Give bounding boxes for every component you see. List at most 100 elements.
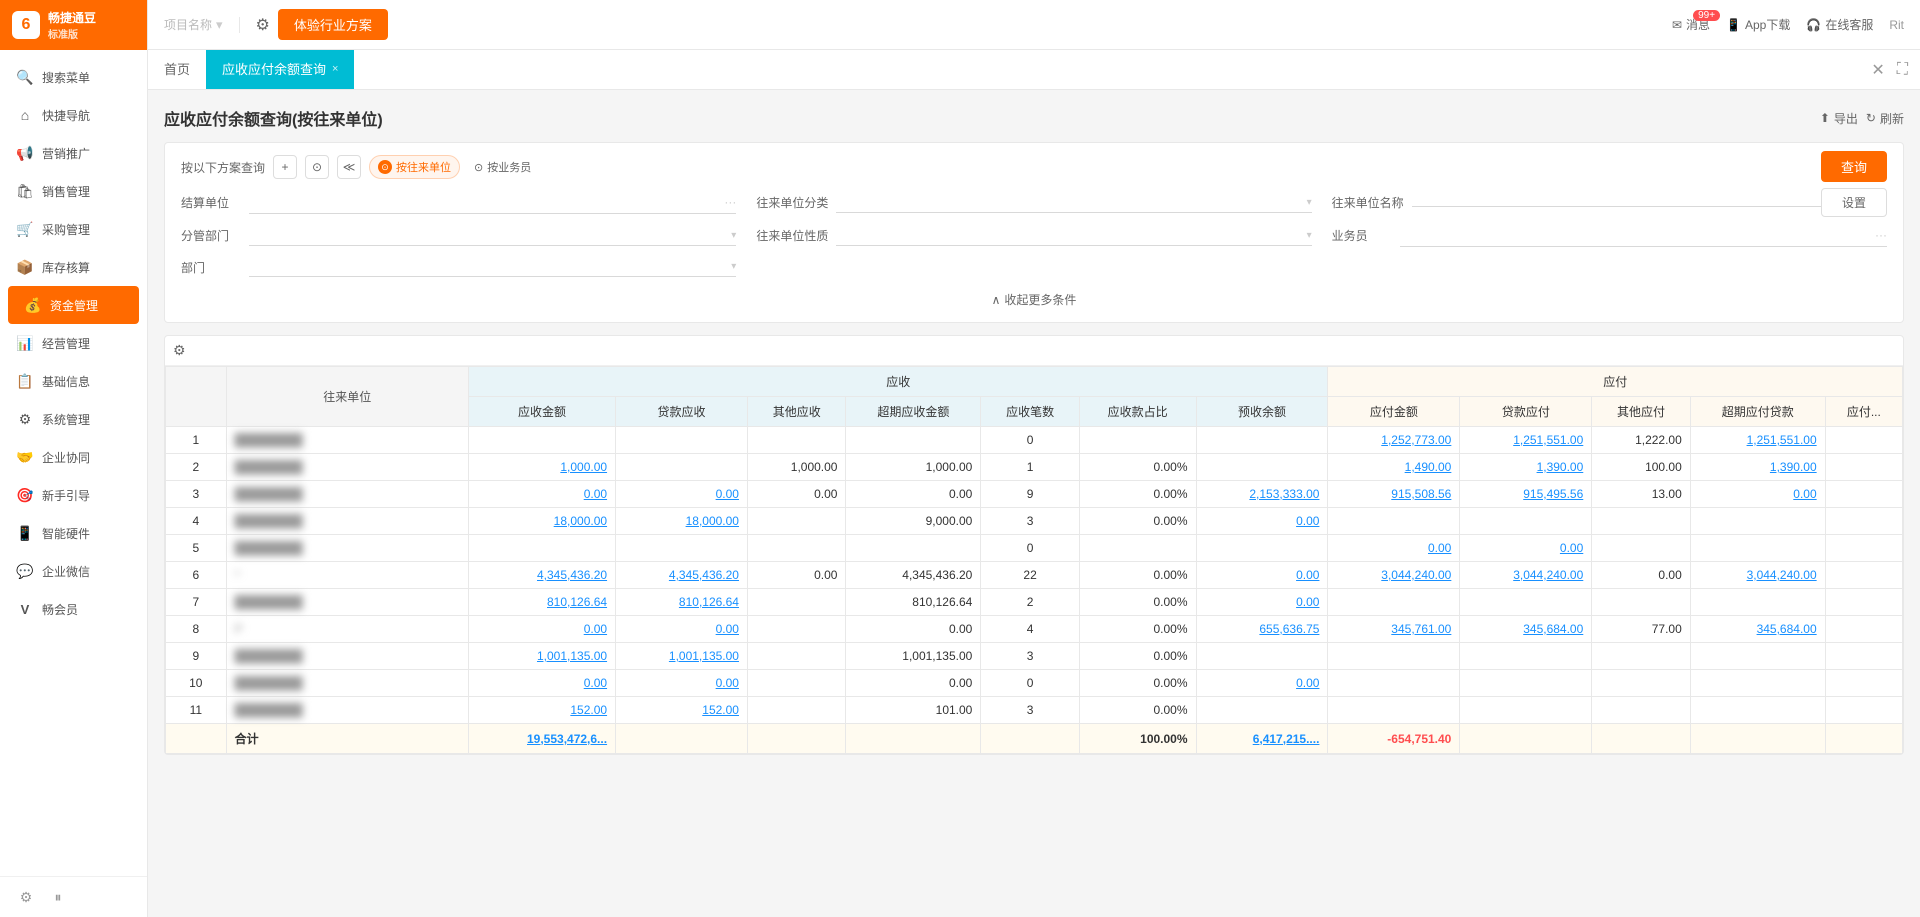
sidebar-item-inventory[interactable]: 📦 库存核算 [0, 248, 147, 286]
cell-0[interactable] [469, 427, 616, 454]
cell-0[interactable]: 0.00 [469, 670, 616, 697]
cell-6[interactable] [1196, 697, 1328, 724]
cell-1[interactable]: 1,001,135.00 [616, 643, 748, 670]
cell-6[interactable]: 0.00 [1196, 589, 1328, 616]
cell-7[interactable] [1328, 670, 1460, 697]
tabbar-close-icon[interactable]: ✕ [1871, 60, 1884, 80]
cell-7[interactable]: 915,508.56 [1328, 481, 1460, 508]
tabbar-expand-icon[interactable]: ⛶ [1897, 61, 1908, 79]
filter-subdept-input[interactable]: ▾ [249, 257, 736, 277]
sidebar-item-member[interactable]: V 畅会员 [0, 590, 147, 628]
sidebar-item-system[interactable]: ⚙ 系统管理 [0, 400, 147, 438]
filter-scheme-salesman[interactable]: ⊙ 按业务员 [466, 155, 539, 179]
cell-7[interactable]: 3,044,240.00 [1328, 562, 1460, 589]
tab-close-icon[interactable]: × [332, 63, 338, 75]
cell-8[interactable] [1460, 643, 1592, 670]
cell-6[interactable] [1196, 643, 1328, 670]
sidebar-item-search[interactable]: 🔍 搜索菜单 [0, 58, 147, 96]
cell-8[interactable]: 915,495.56 [1460, 481, 1592, 508]
cell-10[interactable]: 345,684.00 [1690, 616, 1825, 643]
sidebar-item-quicknav[interactable]: ⌂ 快捷导航 [0, 96, 147, 134]
filter-dept-input[interactable]: ▾ [249, 226, 736, 246]
filter-jiesuan-input[interactable]: ··· [249, 191, 736, 214]
cell-6[interactable]: 0.00 [1196, 562, 1328, 589]
app-download-button[interactable]: 📱 App下载 [1726, 16, 1790, 33]
cell-10[interactable]: 0.00 [1690, 481, 1825, 508]
cell-1[interactable] [616, 454, 748, 481]
query-button[interactable]: 查询 [1821, 151, 1887, 182]
sidebar-item-marketing[interactable]: 📢 营销推广 [0, 134, 147, 172]
cell-1[interactable]: 18,000.00 [616, 508, 748, 535]
cell-7[interactable] [1328, 697, 1460, 724]
cell-10[interactable] [1690, 508, 1825, 535]
cell-7[interactable] [1328, 643, 1460, 670]
cell-7[interactable]: 1,490.00 [1328, 454, 1460, 481]
cell-6[interactable]: 2,153,333.00 [1196, 481, 1328, 508]
filter-settings-btn[interactable]: ⊙ [305, 155, 329, 179]
cell-1[interactable]: 152.00 [616, 697, 748, 724]
filter-salesman-input[interactable]: ··· [1400, 224, 1887, 247]
cell-7[interactable]: 0.00 [1328, 535, 1460, 562]
cell-6[interactable] [1196, 427, 1328, 454]
cell-8[interactable]: 0.00 [1460, 535, 1592, 562]
cell-0[interactable]: 1,000.00 [469, 454, 616, 481]
cell-6[interactable]: 0.00 [1196, 508, 1328, 535]
cell-8[interactable] [1460, 508, 1592, 535]
export-button[interactable]: ⬆ 导出 [1820, 110, 1858, 127]
cell-6[interactable] [1196, 454, 1328, 481]
sidebar-item-operations[interactable]: 📊 经营管理 [0, 324, 147, 362]
collapse-icon[interactable]: ⏸ [48, 887, 68, 907]
cell-8[interactable] [1460, 589, 1592, 616]
filter-name-input[interactable] [1412, 198, 1887, 207]
cell-10[interactable] [1690, 643, 1825, 670]
cell-1[interactable]: 810,126.64 [616, 589, 748, 616]
cell-10[interactable] [1690, 697, 1825, 724]
cell-0[interactable]: 1,001,135.00 [469, 643, 616, 670]
cell-0[interactable]: 810,126.64 [469, 589, 616, 616]
settings-bottom-icon[interactable]: ⚙ [16, 887, 36, 907]
cell-7[interactable]: 345,761.00 [1328, 616, 1460, 643]
cell-1[interactable] [616, 427, 748, 454]
solution-button[interactable]: 体验行业方案 [278, 9, 388, 40]
cell-0[interactable]: 0.00 [469, 616, 616, 643]
cell-0[interactable]: 152.00 [469, 697, 616, 724]
sidebar-item-sales[interactable]: 🛍 销售管理 [0, 172, 147, 210]
message-button[interactable]: ✉ 消息 99+ [1672, 16, 1710, 33]
table-container[interactable]: 往来单位 应收 应付 应收金额 贷款应收 其他应收 超期应收金额 应收笔数 应收… [165, 366, 1903, 754]
cell-8[interactable]: 3,044,240.00 [1460, 562, 1592, 589]
cell-8[interactable]: 345,684.00 [1460, 616, 1592, 643]
cell-6[interactable]: 0.00 [1196, 670, 1328, 697]
sidebar-item-enterprise[interactable]: 🤝 企业协同 [0, 438, 147, 476]
tab-arbalance[interactable]: 应收应付余额查询 × [206, 50, 354, 89]
filter-nature-input[interactable]: ▾ [836, 226, 1311, 246]
cell-10[interactable] [1690, 535, 1825, 562]
filter-collapse-btn[interactable]: ≪ [337, 155, 361, 179]
filter-add-btn[interactable]: + [273, 155, 297, 179]
cell-1[interactable] [616, 535, 748, 562]
cell-6[interactable]: 655,636.75 [1196, 616, 1328, 643]
cell-8[interactable]: 1,390.00 [1460, 454, 1592, 481]
cell-10[interactable]: 1,251,551.00 [1690, 427, 1825, 454]
cell-10[interactable]: 1,390.00 [1690, 454, 1825, 481]
cell-8[interactable] [1460, 697, 1592, 724]
sidebar-item-purchase[interactable]: 🛒 采购管理 [0, 210, 147, 248]
cell-0[interactable]: 18,000.00 [469, 508, 616, 535]
cell-1[interactable]: 4,345,436.20 [616, 562, 748, 589]
sidebar-item-guide[interactable]: 🎯 新手引导 [0, 476, 147, 514]
cell-10[interactable] [1690, 589, 1825, 616]
cell-1[interactable]: 0.00 [616, 670, 748, 697]
gear-button[interactable]: ⚙ [256, 15, 270, 35]
cell-1[interactable]: 0.00 [616, 616, 748, 643]
sidebar-item-basic[interactable]: 📋 基础信息 [0, 362, 147, 400]
cell-0[interactable]: 4,345,436.20 [469, 562, 616, 589]
user-info[interactable]: Rit [1889, 18, 1904, 32]
sidebar-item-weixin[interactable]: 💬 企业微信 [0, 552, 147, 590]
online-service-button[interactable]: 🎧 在线客服 [1806, 16, 1873, 33]
cell-1[interactable]: 0.00 [616, 481, 748, 508]
cell-8[interactable]: 1,251,551.00 [1460, 427, 1592, 454]
filter-scheme-partner[interactable]: ⊙ 按往来单位 [369, 155, 460, 179]
cell-8[interactable] [1460, 670, 1592, 697]
cell-0[interactable]: 0.00 [469, 481, 616, 508]
cell-10[interactable]: 3,044,240.00 [1690, 562, 1825, 589]
cell-6[interactable] [1196, 535, 1328, 562]
